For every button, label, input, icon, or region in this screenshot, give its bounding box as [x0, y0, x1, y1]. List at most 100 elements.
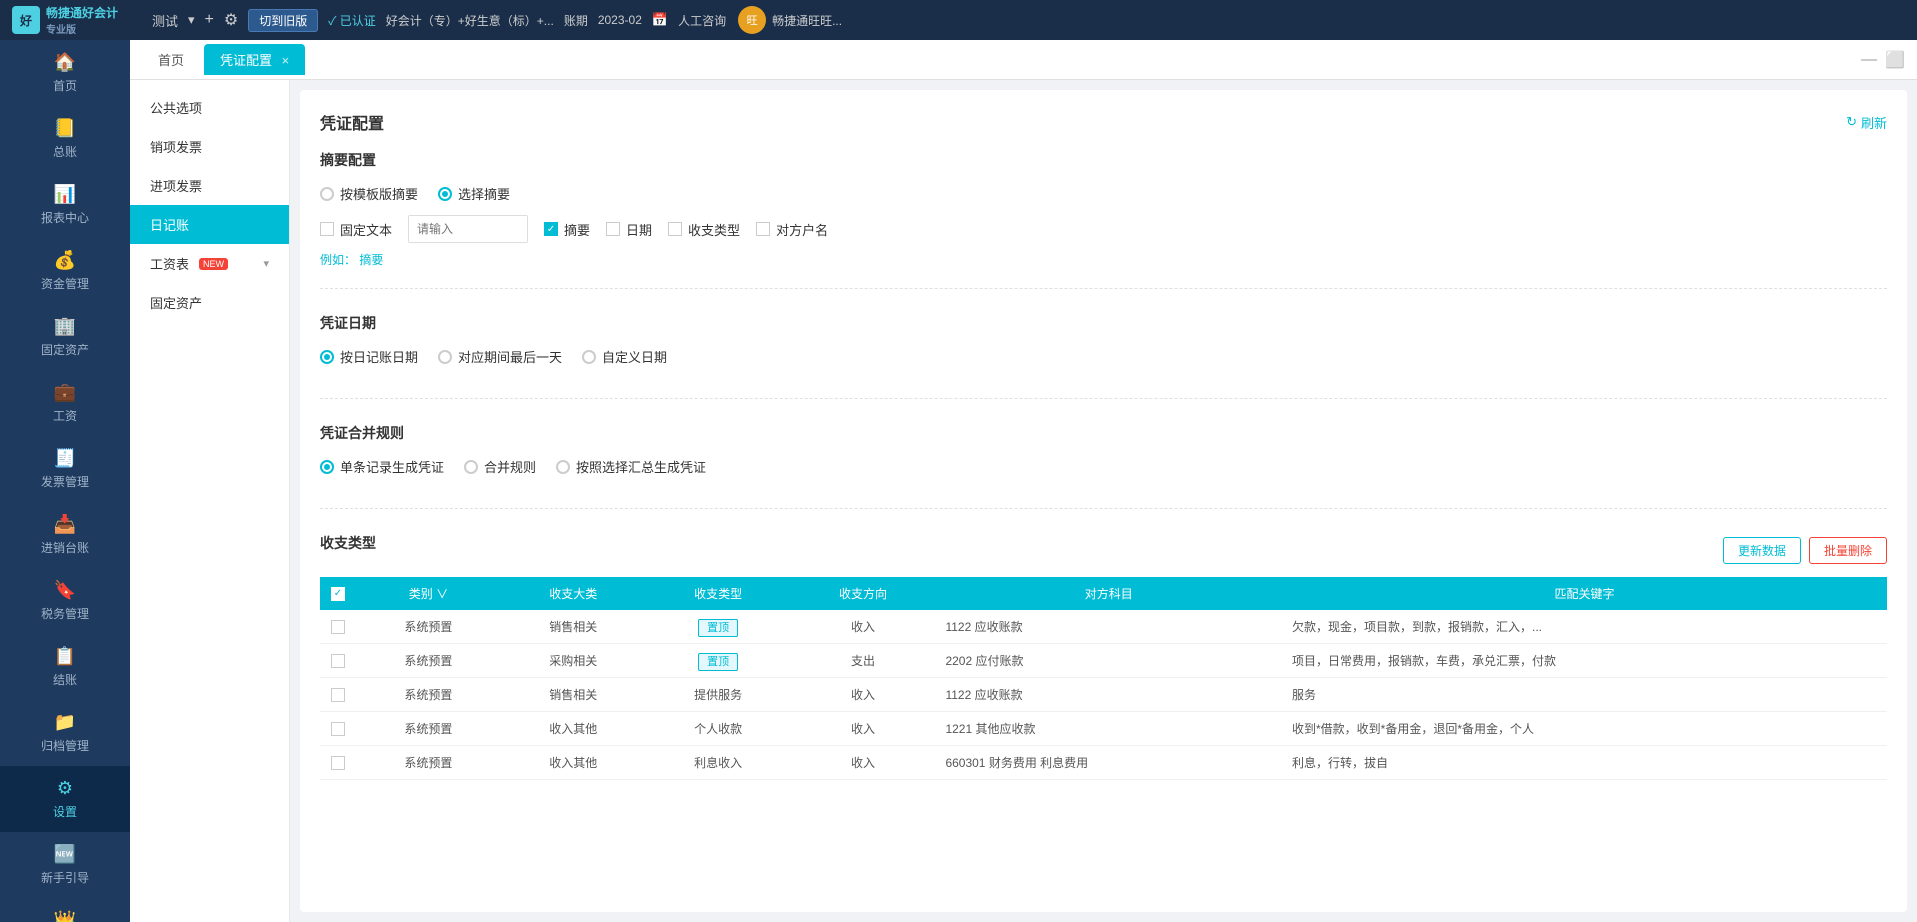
reset-tag-0[interactable]: 置顶: [698, 619, 738, 637]
radio-label-custom-date: 自定义日期: [602, 347, 667, 366]
tab-close-icon[interactable]: ×: [282, 53, 290, 68]
radio-journal-date[interactable]: 按日记账日期: [320, 347, 418, 366]
tab-voucher-config[interactable]: 凭证配置 ×: [204, 44, 305, 75]
row-checkbox-1[interactable]: [331, 654, 345, 668]
sidebar-item-tax[interactable]: 🔖 税务管理: [0, 568, 130, 634]
app-sub: 专业版: [46, 21, 118, 36]
tab-home-label: 首页: [158, 53, 184, 68]
example-prefix: 例如：: [320, 253, 356, 267]
radio-circle-template: [320, 187, 334, 201]
chevron-down-icon[interactable]: ▾: [188, 12, 195, 28]
batch-delete-button[interactable]: 批量删除: [1809, 537, 1887, 564]
row-checkbox-2[interactable]: [331, 688, 345, 702]
checkbox-box-summary: ✓: [544, 222, 558, 236]
sidebar-item-member[interactable]: 👑 畅会员: [0, 898, 130, 922]
user-menu[interactable]: 旺 畅捷通旺旺...: [738, 6, 842, 34]
sidebar-label-purchase: 进销台账: [41, 539, 89, 556]
checkbox-counterparty[interactable]: 对方户名: [756, 220, 828, 239]
maximize-button[interactable]: ⬜: [1885, 50, 1905, 70]
sub-sidebar-item-sales-invoice[interactable]: 销项发票: [130, 127, 289, 166]
radio-template-summary[interactable]: 按模板版摘要: [320, 184, 418, 203]
select-all-checkbox[interactable]: ✓: [331, 587, 345, 601]
summary-config-section: 摘要配置 按模板版摘要 选择摘要: [320, 150, 1887, 289]
checkbox-label-summary: 摘要: [564, 220, 590, 239]
cell-keywords-1: 项目，日常费用，报销款，车费，承兑汇票，付款: [1282, 644, 1887, 678]
calendar-icon[interactable]: 📅: [652, 12, 668, 28]
cell-direction-3: 收入: [791, 712, 936, 746]
consult-label[interactable]: 人工咨询: [678, 12, 726, 29]
tax-icon: 🔖: [54, 580, 76, 601]
extra-tags: 好会计（专）+好生意（标）+...: [386, 12, 554, 29]
sidebar-item-salary[interactable]: 💼 工资: [0, 370, 130, 436]
sidebar-item-assets[interactable]: 🏢 固定资产: [0, 304, 130, 370]
fixed-text-input[interactable]: [408, 215, 528, 243]
sidebar-item-archive[interactable]: 📁 归档管理: [0, 700, 130, 766]
example-value: 摘要: [359, 253, 383, 267]
cell-account-2: 1122 应收账款: [935, 678, 1282, 712]
row-checkbox-0[interactable]: [331, 620, 345, 634]
close-period-icon: 📋: [54, 646, 76, 667]
sidebar-item-home[interactable]: 🏠 首页: [0, 40, 130, 106]
cell-major-type-1: 采购相关: [501, 644, 646, 678]
radio-label-single: 单条记录生成凭证: [340, 457, 444, 476]
radio-circle-merge: [464, 460, 478, 474]
sidebar-item-invoice-mgmt[interactable]: 🧾 发票管理: [0, 436, 130, 502]
sidebar-item-reports[interactable]: 📊 报表中心: [0, 172, 130, 238]
refresh-button[interactable]: ↻ 刷新: [1846, 113, 1887, 132]
sidebar-label-funds: 资金管理: [41, 275, 89, 292]
cell-direction-1: 支出: [791, 644, 936, 678]
radio-merge-rule[interactable]: 合并规则: [464, 457, 536, 476]
sidebar-item-settings[interactable]: ⚙ 设置: [0, 766, 130, 832]
checkbox-date[interactable]: 日期: [606, 220, 652, 239]
ledger-icon: 📒: [54, 118, 76, 139]
sidebar-item-ledger[interactable]: 📒 总账: [0, 106, 130, 172]
sidebar-item-guide[interactable]: 🆕 新手引导: [0, 832, 130, 898]
main-panel: 凭证配置 ↻ 刷新 摘要配置 按模板版摘要: [300, 90, 1907, 912]
radio-single-record[interactable]: 单条记录生成凭证: [320, 457, 444, 476]
sub-sidebar-item-purchase-invoice[interactable]: 进项发票: [130, 166, 289, 205]
row-checkbox-3[interactable]: [331, 722, 345, 736]
topbar-right: 人工咨询 旺 畅捷通旺旺...: [678, 6, 842, 34]
cell-direction-0: 收入: [791, 610, 936, 644]
radio-select-total[interactable]: 按照选择汇总生成凭证: [556, 457, 706, 476]
cell-category-3: 系统预置: [356, 712, 501, 746]
purchase-icon: 📥: [54, 514, 76, 535]
update-data-button[interactable]: 更新数据: [1723, 537, 1801, 564]
voucher-date-radio-group: 按日记账日期 对应期间最后一天 自定义日期: [320, 347, 1887, 366]
radio-period-last[interactable]: 对应期间最后一天: [438, 347, 562, 366]
th-account: 对方科目: [935, 577, 1282, 610]
tab-home[interactable]: 首页: [142, 44, 200, 75]
checkbox-box-expense-type: [668, 222, 682, 236]
minimize-button[interactable]: —: [1861, 50, 1877, 70]
sub-sidebar-item-public[interactable]: 公共选项: [130, 88, 289, 127]
user-name: 畅捷通旺旺...: [772, 12, 842, 29]
add-button[interactable]: +: [205, 11, 214, 29]
checkbox-summary[interactable]: ✓ 摘要: [544, 220, 590, 239]
radio-custom-date[interactable]: 自定义日期: [582, 347, 667, 366]
checkbox-expense-type[interactable]: 收支类型: [668, 220, 740, 239]
sidebar-item-close[interactable]: 📋 结账: [0, 634, 130, 700]
sub-label-purchase-invoice: 进项发票: [150, 176, 202, 195]
cell-sub-type-1: 置顶: [646, 644, 791, 678]
sidebar-item-purchase[interactable]: 📥 进销台账: [0, 502, 130, 568]
page-content: 公共选项 销项发票 进项发票 日记账 工资表 NEW ▾ 固定资产: [130, 80, 1917, 922]
cell-sub-type-3: 个人收款: [646, 712, 791, 746]
summary-checkbox-group: 固定文本 ✓ 摘要 日期 收支类型: [320, 215, 1887, 243]
content-area: 首页 凭证配置 × — ⬜ 公共选项 销项发票 进项发票: [130, 40, 1917, 922]
reset-tag-1[interactable]: 置顶: [698, 653, 738, 671]
switch-version-button[interactable]: 切到旧版: [248, 9, 318, 32]
sub-sidebar-item-payroll[interactable]: 工资表 NEW ▾: [130, 244, 289, 283]
assets-icon: 🏢: [54, 316, 76, 337]
cell-major-type-2: 销售相关: [501, 678, 646, 712]
cell-category-1: 系统预置: [356, 644, 501, 678]
sidebar-item-funds[interactable]: 💰 资金管理: [0, 238, 130, 304]
sub-sidebar-item-journal[interactable]: 日记账: [130, 205, 289, 244]
table-row: 系统预置 采购相关 置顶 支出 2202 应付账款 项目，日常费用，报销款，车费…: [320, 644, 1887, 678]
cell-sub-type-4: 利息收入: [646, 746, 791, 780]
sidebar-label-home: 首页: [53, 77, 77, 94]
settings-icon[interactable]: ⚙: [224, 10, 238, 30]
sub-sidebar-item-fixed-assets[interactable]: 固定资产: [130, 283, 289, 322]
checkbox-fixed-text[interactable]: 固定文本: [320, 220, 392, 239]
row-checkbox-4[interactable]: [331, 756, 345, 770]
radio-select-summary[interactable]: 选择摘要: [438, 184, 510, 203]
